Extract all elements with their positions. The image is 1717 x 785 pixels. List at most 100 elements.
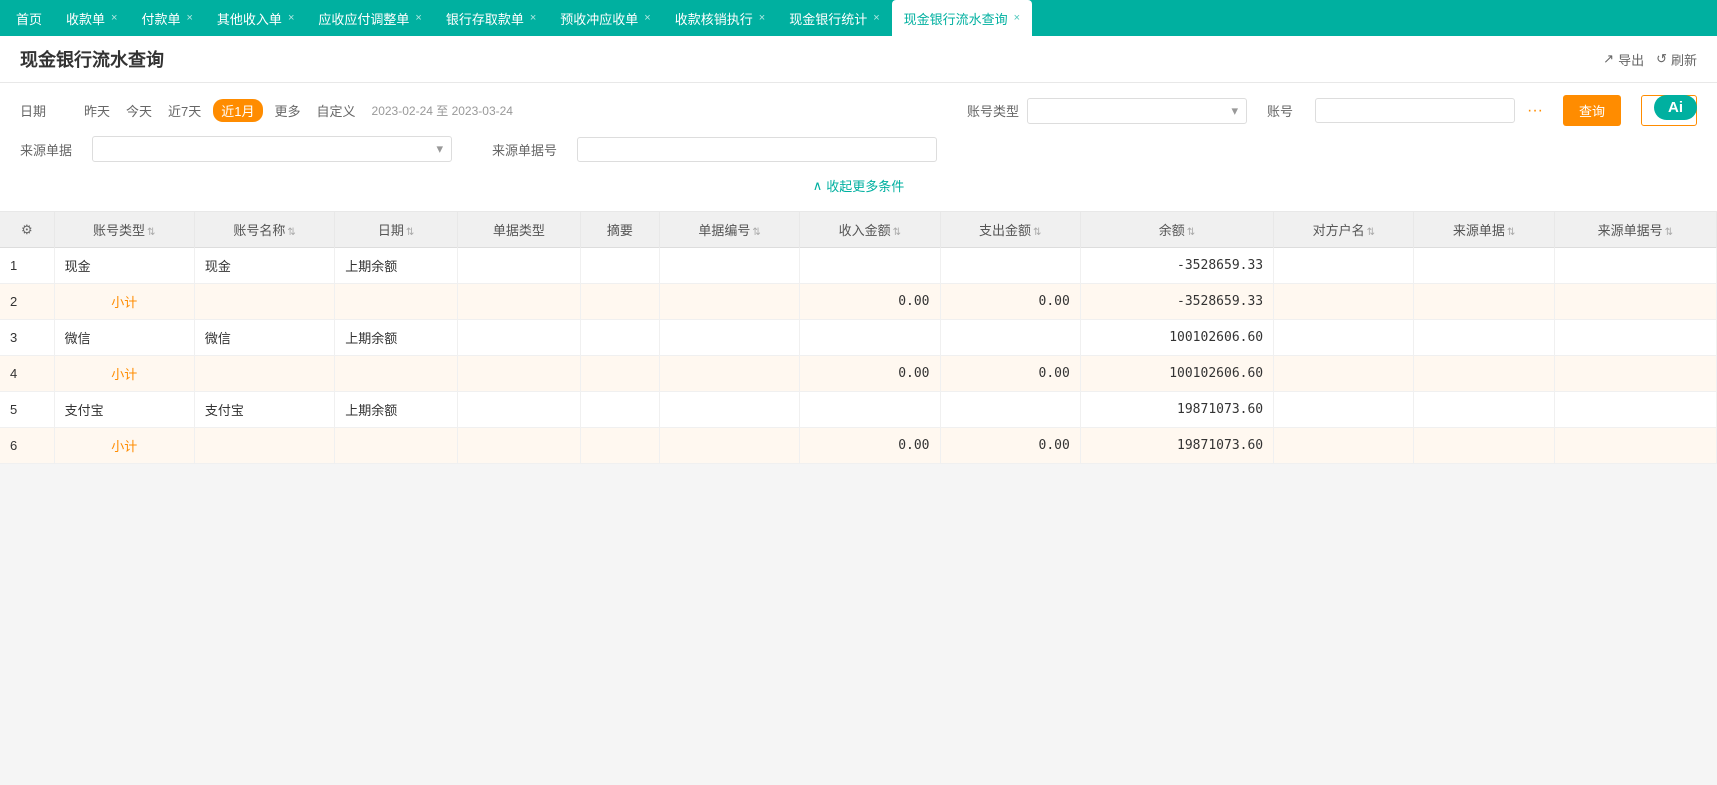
close-icon[interactable]: × — [186, 12, 192, 24]
table-cell — [1414, 356, 1554, 392]
table-cell — [940, 248, 1080, 284]
table-cell — [659, 356, 799, 392]
table-cell — [194, 428, 334, 464]
table-cell — [1274, 428, 1414, 464]
filter-area: 日期 昨天 今天 近7天 近1月 更多 自定义 2023-02-24 至 202… — [0, 83, 1717, 212]
table-cell: 小计 — [54, 428, 194, 464]
table-cell: 4 — [0, 356, 54, 392]
date-options: 昨天 今天 近7天 近1月 更多 自定义 2023-02-24 至 2023-0… — [80, 99, 513, 122]
table-cell: 100102606.60 — [1080, 356, 1273, 392]
table-cell — [1554, 356, 1716, 392]
col-summary[interactable]: 摘要 — [580, 212, 659, 248]
table-cell: 6 — [0, 428, 54, 464]
col-account-type[interactable]: 账号类型⇅ — [54, 212, 194, 248]
col-income[interactable]: 收入金额⇅ — [800, 212, 940, 248]
table-cell — [800, 320, 940, 356]
collapse-bar[interactable]: ∧ 收起更多条件 — [20, 172, 1697, 199]
close-icon[interactable]: × — [1014, 12, 1020, 24]
table-cell — [1414, 428, 1554, 464]
table-row: 6小计0.000.0019871073.60 — [0, 428, 1717, 464]
source-doc-label: 来源单据 — [20, 140, 72, 159]
table-cell — [1414, 320, 1554, 356]
close-icon[interactable]: × — [644, 12, 650, 24]
date-btn-today[interactable]: 今天 — [122, 99, 156, 122]
nav-item-cash-bank-stats[interactable]: 现金银行统计 × — [777, 0, 891, 36]
table-cell: 0.00 — [800, 356, 940, 392]
table-cell: 2 — [0, 284, 54, 320]
table-cell: 上期余额 — [335, 392, 458, 428]
date-btn-7days[interactable]: 近7天 — [164, 99, 205, 122]
close-icon[interactable]: × — [415, 12, 421, 24]
close-icon[interactable]: × — [111, 12, 117, 24]
refresh-button[interactable]: ↺ 刷新 — [1656, 50, 1697, 69]
table-cell — [940, 392, 1080, 428]
col-date[interactable]: 日期⇅ — [335, 212, 458, 248]
table-cell — [800, 248, 940, 284]
account-input[interactable] — [1315, 98, 1515, 123]
table-cell — [1274, 248, 1414, 284]
date-btn-yesterday[interactable]: 昨天 — [80, 99, 114, 122]
table-cell: 小计 — [54, 356, 194, 392]
export-button[interactable]: ↗ 导出 — [1603, 50, 1644, 69]
data-table-container: ⚙ 账号类型⇅ 账号名称⇅ 日期⇅ 单据类型 摘要 单据编号⇅ 收入金额⇅ 支出… — [0, 212, 1717, 464]
table-cell: 支付宝 — [194, 392, 334, 428]
table-cell — [1414, 248, 1554, 284]
close-icon[interactable]: × — [530, 12, 536, 24]
col-source-doc[interactable]: 来源单据⇅ — [1414, 212, 1554, 248]
close-icon[interactable]: × — [873, 12, 879, 24]
nav-item-other-income[interactable]: 其他收入单 × — [205, 0, 306, 36]
col-source-doc-no[interactable]: 来源单据号⇅ — [1554, 212, 1716, 248]
table-cell: 100102606.60 — [1080, 320, 1273, 356]
nav-item-bank-deposit[interactable]: 银行存取款单 × — [434, 0, 548, 36]
col-counterparty[interactable]: 对方户名⇅ — [1274, 212, 1414, 248]
table-cell — [580, 248, 659, 284]
table-cell — [1274, 392, 1414, 428]
source-doc-no-input[interactable] — [577, 137, 937, 162]
table-settings-icon[interactable]: ⚙ — [21, 222, 33, 237]
table-cell: 现金 — [54, 248, 194, 284]
date-btn-custom[interactable]: 自定义 — [313, 99, 360, 122]
table-cell — [1274, 356, 1414, 392]
nav-item-home[interactable]: 首页 — [4, 0, 54, 36]
table-cell — [580, 392, 659, 428]
nav-item-prepay-offset[interactable]: 预收冲应收单 × — [548, 0, 662, 36]
refresh-icon: ↺ — [1656, 51, 1667, 67]
chevron-down-icon: ▾ — [1231, 103, 1238, 119]
table-cell — [580, 284, 659, 320]
close-icon[interactable]: × — [288, 12, 294, 24]
col-doc-type[interactable]: 单据类型 — [458, 212, 581, 248]
table-cell — [580, 428, 659, 464]
nav-item-collection-exec[interactable]: 收款核销执行 × — [663, 0, 777, 36]
query-button[interactable]: 查询 — [1563, 95, 1621, 126]
table-cell — [335, 428, 458, 464]
chevron-up-icon: ∧ — [813, 178, 823, 194]
col-balance[interactable]: 余额⇅ — [1080, 212, 1273, 248]
col-doc-no[interactable]: 单据编号⇅ — [659, 212, 799, 248]
date-btn-more[interactable]: 更多 — [271, 99, 305, 122]
account-type-label: 账号类型 — [967, 101, 1019, 120]
table-cell: 1 — [0, 248, 54, 284]
table-cell — [800, 392, 940, 428]
col-expense[interactable]: 支出金额⇅ — [940, 212, 1080, 248]
date-btn-1month[interactable]: 近1月 — [213, 99, 262, 122]
nav-item-receipt[interactable]: 收款单 × — [54, 0, 129, 36]
table-cell — [458, 248, 581, 284]
nav-item-cash-bank-ledger[interactable]: 现金银行流水查询 × — [892, 0, 1032, 36]
table-cell — [1414, 284, 1554, 320]
col-settings[interactable]: ⚙ — [0, 212, 54, 248]
close-icon[interactable]: × — [759, 12, 765, 24]
table-cell: 19871073.60 — [1080, 392, 1273, 428]
nav-item-payment[interactable]: 付款单 × — [129, 0, 204, 36]
table-cell: 微信 — [194, 320, 334, 356]
account-type-select[interactable]: ▾ — [1027, 98, 1247, 124]
source-doc-select[interactable]: ▾ — [92, 136, 452, 162]
table-cell — [659, 320, 799, 356]
table-cell: 0.00 — [940, 284, 1080, 320]
account-dots-button[interactable]: ··· — [1527, 102, 1543, 120]
nav-item-ar-ap-adjust[interactable]: 应收应付调整单 × — [306, 0, 433, 36]
table-cell — [580, 320, 659, 356]
page-title: 现金银行流水查询 — [20, 46, 164, 72]
col-account-name[interactable]: 账号名称⇅ — [194, 212, 334, 248]
date-range-display: 2023-02-24 至 2023-03-24 — [372, 102, 513, 119]
ai-assistant-button[interactable]: Ai — [1654, 95, 1697, 120]
